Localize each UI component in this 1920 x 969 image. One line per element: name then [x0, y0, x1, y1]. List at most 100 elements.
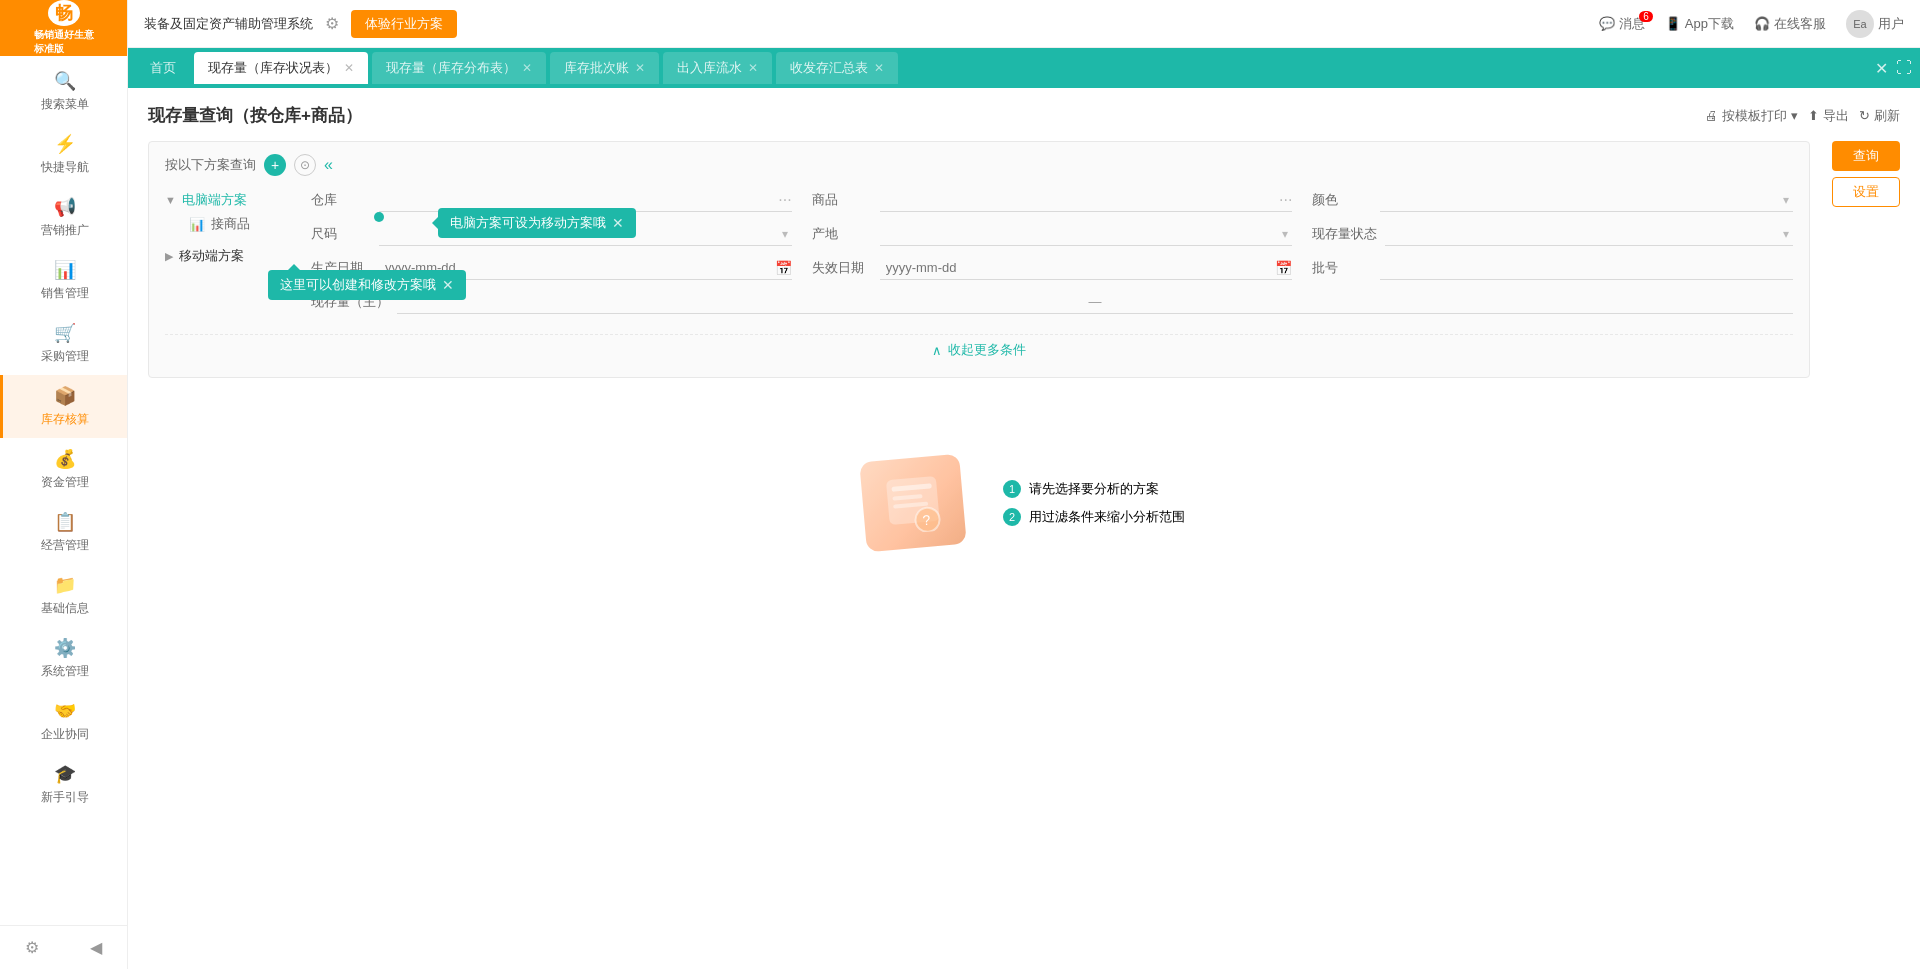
tab-inventory-status[interactable]: 现存量（库存状况表） ✕: [194, 52, 368, 84]
sidebar-item-purchase[interactable]: 🛒 采购管理: [0, 312, 127, 375]
batch-input[interactable]: [1380, 256, 1793, 280]
stock-qty-max[interactable]: [1108, 290, 1794, 313]
dot-indicator: [374, 212, 384, 222]
goods-input-wrap: ···: [880, 188, 1293, 212]
color-input[interactable]: [1380, 188, 1793, 211]
sidebar-item-operation[interactable]: 📋 经营管理: [0, 501, 127, 564]
print-label: 按模板打印: [1722, 107, 1787, 125]
system-settings-btn[interactable]: ⚙: [325, 14, 339, 33]
online-support-btn[interactable]: 🎧 在线客服: [1754, 15, 1826, 33]
scheme-child-item[interactable]: 📊 接商品: [165, 212, 295, 236]
filter-header: 按以下方案查询 + ⊙ «: [165, 154, 1793, 176]
filter-add-btn[interactable]: +: [264, 154, 286, 176]
filter-arrow-btn[interactable]: «: [324, 156, 333, 174]
sidebar-item-search[interactable]: 🔍 搜索菜单: [0, 60, 127, 123]
notification-btn[interactable]: 💬 消息 6: [1599, 15, 1645, 33]
export-btn[interactable]: ⬆ 导出: [1808, 107, 1849, 125]
sidebar-label-search: 搜索菜单: [41, 96, 89, 113]
stock-status-select: ▾: [1385, 222, 1793, 246]
tab-close-batch-account[interactable]: ✕: [635, 61, 645, 75]
tab-inventory-status-label: 现存量（库存状况表）: [208, 59, 338, 77]
print-icon: 🖨: [1705, 108, 1718, 123]
desktop-scheme[interactable]: ▼ 电脑端方案: [165, 188, 295, 212]
search-btn[interactable]: 查询: [1832, 141, 1900, 171]
tabs-bar: 首页 现存量（库存状况表） ✕ 现存量（库存分布表） ✕ 库存批次账 ✕ 出入库…: [128, 48, 1920, 88]
tab-close-inventory-status[interactable]: ✕: [344, 61, 354, 75]
user-menu[interactable]: Ea 用户: [1846, 10, 1904, 38]
sales-icon: 📊: [54, 259, 76, 281]
tooltip-1-text: 电脑方案可设为移动方案哦: [450, 214, 606, 232]
print-btn[interactable]: 🖨 按模板打印 ▾: [1705, 107, 1798, 125]
sidebar-item-guide[interactable]: 🎓 新手引导: [0, 753, 127, 816]
main-area: 装备及固定资产辅助管理系统 ⚙ 体验行业方案 💬 消息 6 📱 App下载 🎧 …: [128, 0, 1920, 969]
step-2-num: 2: [1003, 508, 1021, 526]
sidebar-label-sales: 销售管理: [41, 285, 89, 302]
filter-copy-btn[interactable]: ⊙: [294, 154, 316, 176]
mobile-scheme[interactable]: ▶ 移动端方案: [165, 244, 295, 268]
tab-collect-summary-label: 收发存汇总表: [790, 59, 868, 77]
filter-item-goods: 商品 ···: [812, 188, 1293, 212]
sidebar-label-operation: 经营管理: [41, 537, 89, 554]
sidebar-item-basic[interactable]: 📁 基础信息: [0, 564, 127, 627]
refresh-label: 刷新: [1874, 107, 1900, 125]
tab-batch-account[interactable]: 库存批次账 ✕: [550, 52, 659, 84]
sidebar-label-enterprise: 企业协同: [41, 726, 89, 743]
refresh-btn[interactable]: ↻ 刷新: [1859, 107, 1900, 125]
sidebar-item-inventory[interactable]: 📦 库存核算: [0, 375, 127, 438]
trial-btn[interactable]: 体验行业方案: [351, 10, 457, 38]
stock-status-label: 现存量状态: [1312, 225, 1377, 243]
tab-close-all-btn[interactable]: ✕: [1875, 59, 1888, 78]
stock-qty-min[interactable]: [397, 290, 1083, 313]
tooltip-1-close[interactable]: ✕: [612, 215, 624, 231]
tooltip-create-bubble: 这里可以创建和修改方案哦 ✕: [268, 270, 466, 300]
settings-footer-btn[interactable]: ⚙: [25, 938, 39, 957]
system-icon: ⚙️: [54, 637, 76, 659]
tab-home[interactable]: 首页: [136, 52, 190, 84]
goods-input[interactable]: [880, 188, 1279, 211]
warehouse-more-icon[interactable]: ···: [778, 191, 791, 209]
tab-close-collect-summary[interactable]: ✕: [874, 61, 884, 75]
sidebar-item-system[interactable]: ⚙️ 系统管理: [0, 627, 127, 690]
sidebar-item-quick-nav[interactable]: ⚡ 快捷导航: [0, 123, 127, 186]
app-download-btn[interactable]: 📱 App下载: [1665, 15, 1734, 33]
sidebar-item-sales[interactable]: 📊 销售管理: [0, 249, 127, 312]
search-icon: 🔍: [54, 70, 76, 92]
tab-close-inout-flow[interactable]: ✕: [748, 61, 758, 75]
content-area: 现存量查询（按仓库+商品） 🖨 按模板打印 ▾ ⬆ 导出 ↻ 刷新: [128, 88, 1920, 969]
tab-fullscreen-btn[interactable]: ⛶: [1896, 59, 1912, 77]
stock-status-input[interactable]: [1385, 222, 1793, 245]
origin-input[interactable]: [880, 222, 1293, 245]
collapse-label: 收起更多条件: [948, 341, 1026, 359]
sidebar-item-marketing[interactable]: 📢 营销推广: [0, 186, 127, 249]
reset-btn[interactable]: 设置: [1832, 177, 1900, 207]
tab-close-inventory-dist[interactable]: ✕: [522, 61, 532, 75]
sidebar-item-finance[interactable]: 💰 资金管理: [0, 438, 127, 501]
sidebar-label-quick-nav: 快捷导航: [41, 159, 89, 176]
filter-label: 按以下方案查询: [165, 156, 256, 174]
origin-label: 产地: [812, 225, 872, 243]
finance-icon: 💰: [54, 448, 76, 470]
tooltip-2-close[interactable]: ✕: [442, 277, 454, 293]
filter-item-origin: 产地 ▾: [812, 222, 1293, 246]
marketing-icon: 📢: [54, 196, 76, 218]
mobile-icon: 📱: [1665, 16, 1681, 31]
search-btn-group: 查询 设置: [1832, 141, 1900, 207]
collapse-sidebar-btn[interactable]: ◀: [90, 938, 102, 957]
expire-date-calendar-icon[interactable]: 📅: [1275, 260, 1292, 276]
scheme-and-fields: ▼ 电脑端方案 📊 接商品 ▶ 移动端方案: [165, 188, 1793, 322]
sidebar-label-guide: 新手引导: [41, 789, 89, 806]
sidebar-item-enterprise[interactable]: 🤝 企业协同: [0, 690, 127, 753]
top-header: 装备及固定资产辅助管理系统 ⚙ 体验行业方案 💬 消息 6 📱 App下载 🎧 …: [128, 0, 1920, 48]
sidebar-label-finance: 资金管理: [41, 474, 89, 491]
goods-more-icon[interactable]: ···: [1279, 191, 1292, 209]
collapse-btn[interactable]: ∧ 收起更多条件: [165, 334, 1793, 365]
tab-inout-flow[interactable]: 出入库流水 ✕: [663, 52, 772, 84]
page-header: 现存量查询（按仓库+商品） 🖨 按模板打印 ▾ ⬆ 导出 ↻ 刷新: [148, 104, 1900, 127]
enterprise-icon: 🤝: [54, 700, 76, 722]
tab-inventory-dist[interactable]: 现存量（库存分布表） ✕: [372, 52, 546, 84]
produce-date-calendar-icon[interactable]: 📅: [775, 260, 792, 276]
notif-icon: 💬: [1599, 16, 1615, 31]
expire-date-input[interactable]: [880, 256, 1276, 279]
tab-collect-summary[interactable]: 收发存汇总表 ✕: [776, 52, 898, 84]
color-label: 颜色: [1312, 191, 1372, 209]
